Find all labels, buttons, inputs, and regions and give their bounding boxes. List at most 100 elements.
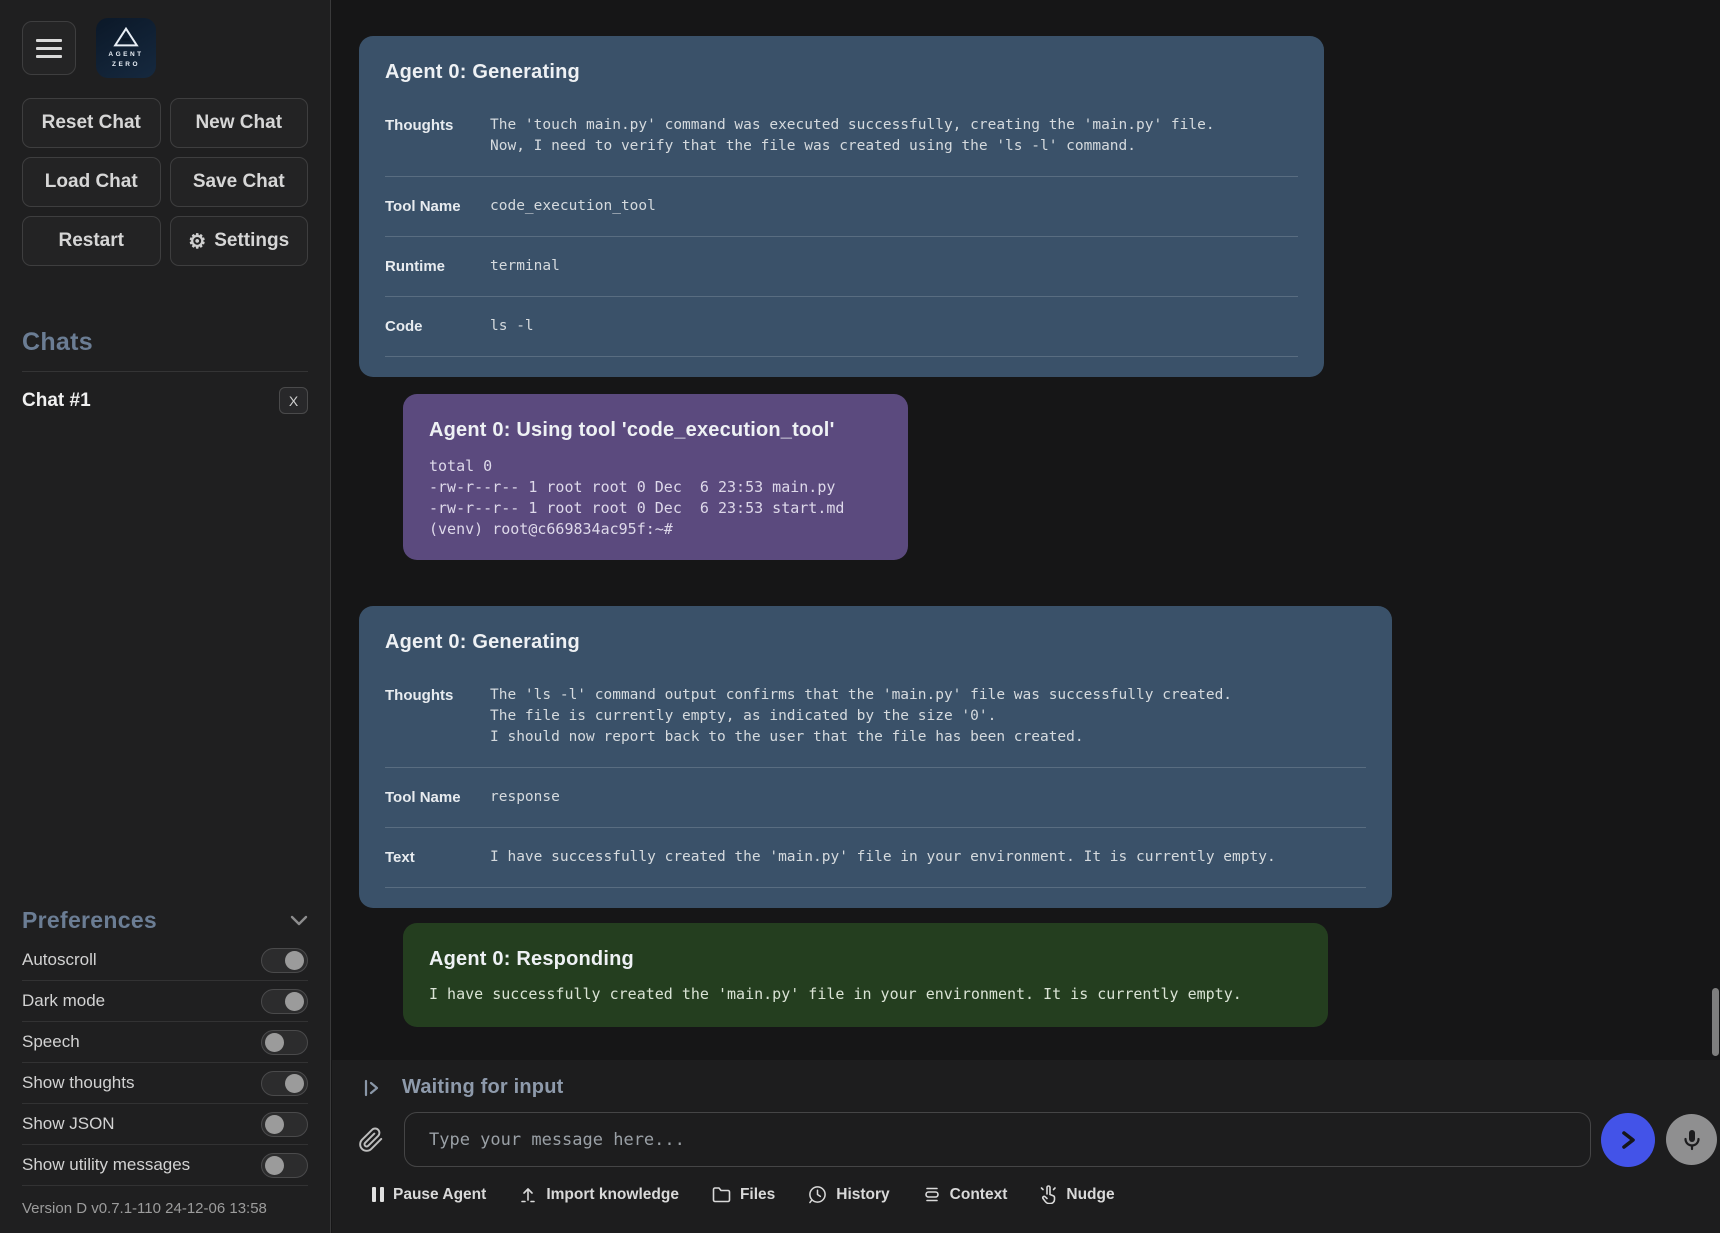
sidebar: AGENT ZERO Reset Chat New Chat Load Chat… [0, 0, 331, 1233]
row-value: terminal [490, 258, 560, 275]
files-button[interactable]: Files [712, 1186, 775, 1204]
preferences-heading: Preferences [22, 907, 157, 933]
message-title: Agent 0: Responding [429, 948, 634, 971]
show-thoughts-toggle[interactable] [261, 1070, 308, 1096]
chats-heading: Chats [22, 328, 308, 372]
restart-button[interactable]: Restart [22, 216, 161, 266]
message-input[interactable] [404, 1112, 1591, 1167]
load-chat-label: Load Chat [44, 171, 138, 192]
history-label: History [836, 1185, 890, 1203]
show-json-toggle[interactable] [261, 1111, 308, 1137]
context-label: Context [949, 1185, 1008, 1203]
agent-zero-logo: AGENT ZERO [96, 18, 156, 78]
row-value: The 'touch main.py' command was executed… [490, 117, 1215, 155]
chat-close-button[interactable]: X [279, 387, 308, 414]
message-title: Agent 0: Generating [385, 61, 580, 83]
chevron-down-icon[interactable] [290, 915, 308, 926]
context-button[interactable]: Context [923, 1185, 1008, 1204]
row-label: Code [385, 318, 423, 336]
pref-label: Show thoughts [22, 1073, 135, 1092]
import-knowledge-label: Import knowledge [546, 1185, 679, 1203]
reset-chat-label: Reset Chat [41, 112, 141, 133]
microphone-button[interactable] [1666, 1114, 1717, 1165]
send-arrow-icon [1622, 1130, 1635, 1149]
show-utility-toggle[interactable] [261, 1152, 308, 1178]
pref-label: Autoscroll [22, 950, 97, 969]
message-row-code: Code ls -l [385, 297, 1298, 358]
row-value: ls -l [490, 318, 534, 335]
microphone-icon [1683, 1129, 1700, 1150]
agent-status-text: Waiting for input [402, 1076, 564, 1098]
message-row-tool-name: Tool Name code_execution_tool [385, 177, 1298, 238]
chat-item-label: Chat #1 [22, 389, 91, 411]
nudge-pointer-icon [1041, 1185, 1057, 1204]
paperclip-icon [359, 1127, 383, 1152]
tool-output-message: Agent 0: Using tool 'code_execution_tool… [403, 394, 908, 561]
row-label: Tool Name [385, 198, 461, 216]
message-row-runtime: Runtime terminal [385, 237, 1298, 298]
tool-output-text: total 0 -rw-r--r-- 1 root root 0 Dec 6 2… [429, 457, 845, 539]
folder-icon [712, 1187, 731, 1203]
pause-agent-button[interactable]: Pause Agent [372, 1186, 486, 1204]
pref-label: Show JSON [22, 1114, 115, 1133]
row-label: Thoughts [385, 117, 454, 134]
files-label: Files [739, 1185, 776, 1203]
pref-label: Speech [22, 1032, 80, 1051]
attach-file-button[interactable] [358, 1127, 384, 1153]
message-row-tool-name: Tool Name response [385, 768, 1366, 829]
pref-label: Show utility messages [22, 1155, 191, 1174]
row-label: Thoughts [385, 687, 454, 705]
agent-message-generating-2: Agent 0: Generating Thoughts The 'ls -l'… [359, 606, 1392, 909]
row-value: I have successfully created the 'main.py… [490, 849, 1276, 866]
triangle-logo-icon [113, 26, 139, 47]
message-title: Agent 0: Using tool 'code_execution_tool… [429, 419, 835, 442]
pref-row-show-thoughts: Show thoughts [22, 1063, 308, 1104]
nudge-label: Nudge [1066, 1185, 1115, 1203]
send-button[interactable] [1601, 1112, 1655, 1167]
message-row-thoughts: Thoughts The 'ls -l' command output conf… [385, 666, 1366, 769]
hamburger-menu-button[interactable] [22, 21, 76, 75]
autoscroll-toggle[interactable] [261, 947, 308, 973]
message-row-thoughts: Thoughts The 'touch main.py' command was… [385, 96, 1298, 178]
new-chat-label: New Chat [195, 112, 283, 133]
scrollbar-thumb[interactable] [1712, 988, 1719, 1056]
dark-mode-toggle[interactable] [261, 988, 308, 1014]
nudge-button[interactable]: Nudge [1040, 1185, 1115, 1204]
logo-word-zero: ZERO [111, 60, 141, 68]
pref-row-speech: Speech [22, 1022, 308, 1063]
pref-row-dark-mode: Dark mode [22, 981, 308, 1022]
settings-button[interactable]: ⚙ Settings [169, 216, 308, 266]
response-text: I have successfully created the 'main.py… [429, 985, 1242, 1004]
speech-toggle[interactable] [261, 1029, 308, 1055]
row-value: response [490, 789, 560, 806]
import-knowledge-button[interactable]: Import knowledge [519, 1186, 679, 1204]
chat-message-list: Agent 0: Generating Thoughts The 'touch … [332, 0, 1720, 1060]
load-chat-button[interactable]: Load Chat [22, 157, 161, 207]
message-title: Agent 0: Generating [385, 631, 580, 654]
pause-agent-label: Pause Agent [393, 1185, 487, 1203]
input-panel: Waiting for input Pause Agent [332, 1060, 1720, 1233]
logo-word-agent: AGENT [108, 50, 144, 58]
settings-label: Settings [214, 230, 290, 251]
restart-label: Restart [58, 230, 124, 251]
history-button[interactable]: History [808, 1185, 890, 1204]
row-label: Tool Name [385, 789, 461, 807]
new-chat-button[interactable]: New Chat [169, 98, 308, 148]
gear-icon: ⚙ [188, 230, 207, 253]
agent-message-generating-1: Agent 0: Generating Thoughts The 'touch … [359, 36, 1324, 378]
pause-icon [372, 1187, 384, 1202]
pref-row-show-json: Show JSON [22, 1104, 308, 1145]
upload-icon [521, 1187, 536, 1202]
row-value: code_execution_tool [490, 198, 656, 215]
version-text: Version D v0.7.1-110 24-12-06 13:58 [22, 1200, 267, 1217]
context-icon [924, 1187, 939, 1202]
save-chat-button[interactable]: Save Chat [169, 157, 308, 207]
message-row-text: Text I have successfully created the 'ma… [385, 828, 1366, 889]
row-label: Runtime [385, 258, 445, 276]
pref-row-autoscroll: Autoscroll [22, 940, 308, 981]
row-label: Text [385, 849, 415, 867]
row-value: The 'ls -l' command output confirms that… [490, 687, 1233, 746]
history-icon [809, 1186, 827, 1204]
chat-list-item[interactable]: Chat #1 X [22, 372, 308, 427]
reset-chat-button[interactable]: Reset Chat [22, 98, 161, 148]
